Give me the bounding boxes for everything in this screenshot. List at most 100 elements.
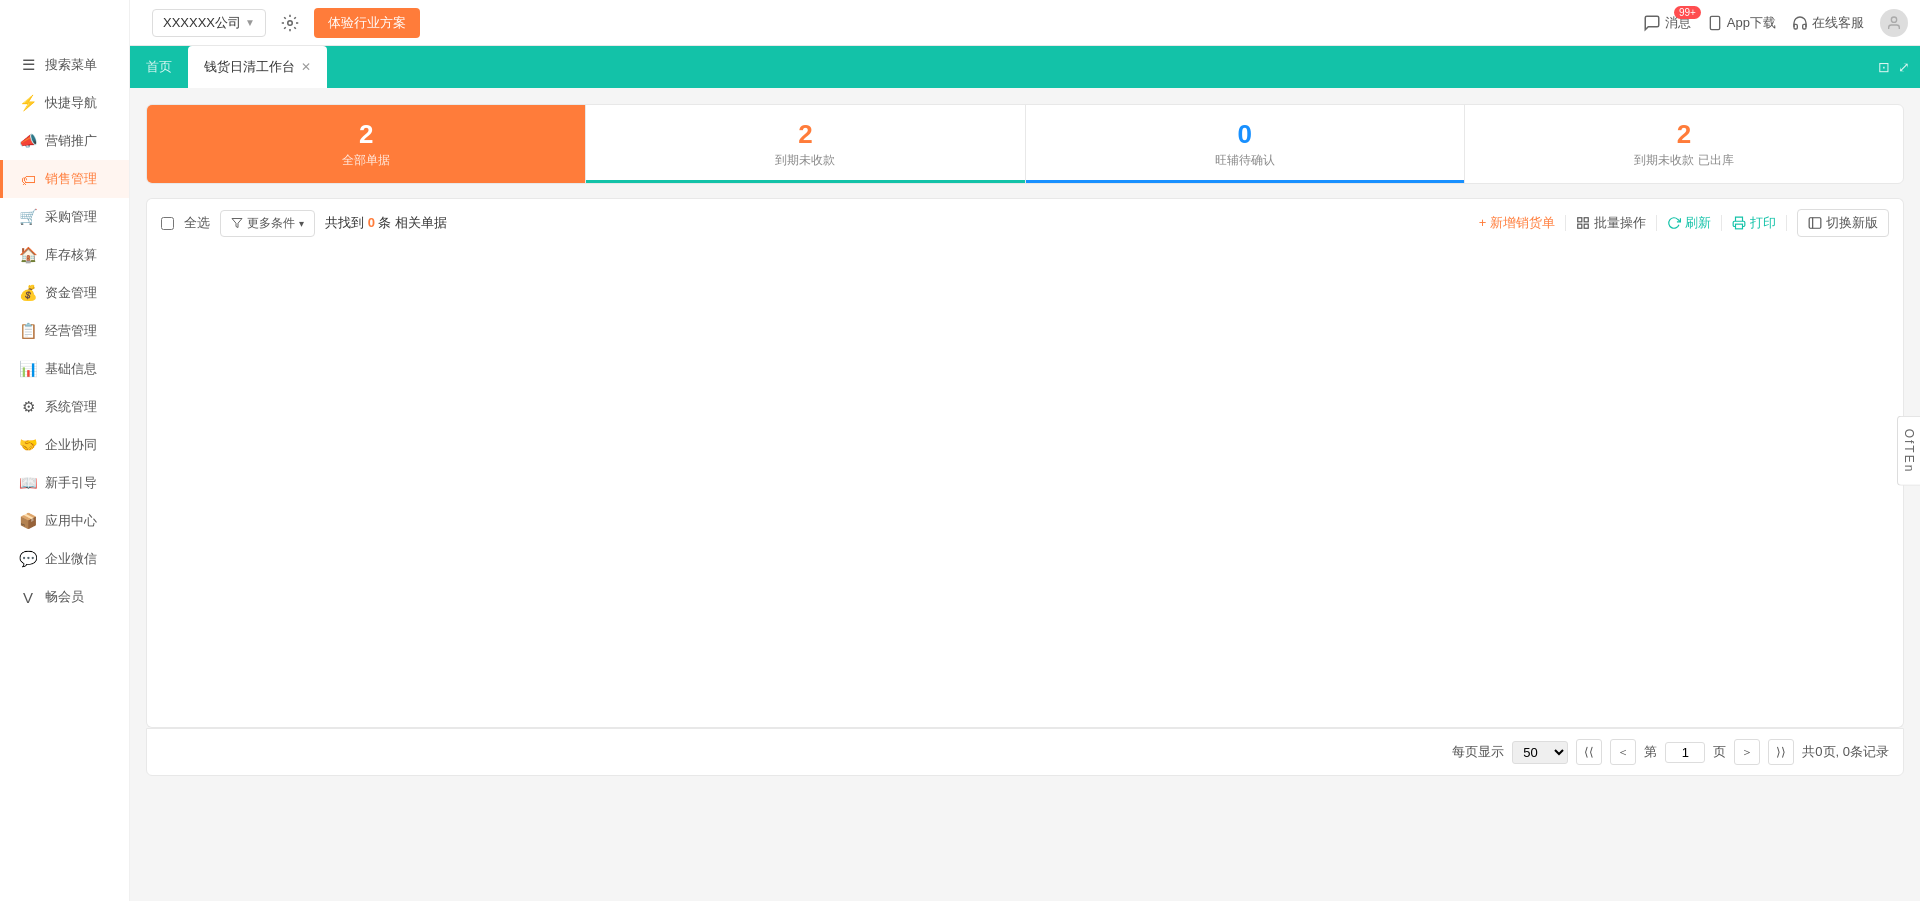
enterprise-icon: 🤝 [19,436,37,454]
divider4 [1786,215,1787,231]
sidebar-item-app-center[interactable]: 📦 应用中心 [0,502,129,540]
tab-workbench[interactable]: 钱货日清工作台 ✕ [188,46,327,88]
sidebar-item-inventory[interactable]: 🏠 库存核算 [0,236,129,274]
shortcut-icon: ⚡ [19,94,37,112]
often-tag[interactable]: OfTEn [1897,415,1920,486]
stat-overdue-receivable-number: 2 [606,119,1004,150]
sidebar-item-sales[interactable]: 🏷 销售管理 [0,160,129,198]
sidebar-item-search[interactable]: ☰ 搜索菜单 [0,46,129,84]
sidebar-item-system-label: 系统管理 [45,398,97,416]
stat-overdue-receivable-label: 到期未收款 [606,152,1004,169]
print-icon [1732,216,1746,230]
switch-icon [1808,216,1822,230]
svg-rect-6 [1584,218,1588,222]
sidebar-item-guide-label: 新手引导 [45,474,97,492]
sidebar-item-operations[interactable]: 📋 经营管理 [0,312,129,350]
filter-label: 更多条件 [247,215,295,232]
online-service-button[interactable]: 在线客服 [1792,14,1864,32]
stat-overdue-receivable[interactable]: 2 到期未收款 [586,105,1025,183]
wechat-icon: 💬 [19,550,37,568]
sidebar-item-basic-info[interactable]: 📊 基础信息 [0,350,129,388]
pagination: 每页显示 50 100 200 ⟨⟨ ＜ 第 页 ＞ ⟩⟩ 共0页, 0条记录 [146,728,1904,776]
sidebar-item-marketing[interactable]: 📣 营销推广 [0,122,129,160]
filter-arrow-icon: ▾ [299,218,304,229]
stat-wangfu-pending-number: 0 [1046,119,1444,150]
system-icon: ⚙ [19,398,37,416]
stat-overdue-shipped-number: 2 [1485,119,1883,150]
last-page-button[interactable]: ⟩⟩ [1768,739,1794,765]
print-button[interactable]: 打印 [1732,214,1776,232]
company-name: XXXXXX公司 [163,14,241,32]
inventory-icon: 🏠 [19,246,37,264]
app-download-label: App下载 [1727,14,1776,32]
search-menu-icon: ☰ [19,56,37,74]
tab-expand-icon[interactable]: ⤢ [1898,59,1910,75]
tab-bar: 首页 钱货日清工作台 ✕ ⊡ ⤢ [130,46,1920,88]
toolbar: 全选 更多条件 ▾ 共找到 0 条 相关单据 + 新增销货单 批量操作 [146,198,1904,247]
tab-home-label: 首页 [146,58,172,76]
switch-version-button[interactable]: 切换新版 [1797,209,1889,237]
svg-point-0 [288,20,293,25]
svg-rect-7 [1584,224,1588,228]
empty-state [147,247,1903,727]
company-selector[interactable]: XXXXXX公司 ▼ [152,9,266,37]
tab-close-icon[interactable]: ✕ [301,60,311,74]
divider3 [1721,215,1722,231]
page-size-label: 每页显示 [1452,743,1504,761]
page-number-input[interactable] [1665,742,1705,763]
stat-wangfu-pending-label: 旺辅待确认 [1046,152,1444,169]
sidebar-item-member[interactable]: V 畅会员 [0,578,129,616]
refresh-button[interactable]: 刷新 [1667,214,1711,232]
purchase-icon: 🛒 [19,208,37,226]
sidebar-item-shortcut[interactable]: ⚡ 快捷导航 [0,84,129,122]
select-all-checkbox[interactable] [161,217,174,230]
sidebar-item-operations-label: 经营管理 [45,322,97,340]
sidebar-item-enterprise-label: 企业协同 [45,436,97,454]
sidebar-item-marketing-label: 营销推广 [45,132,97,150]
add-order-button[interactable]: + 新增销货单 [1479,214,1555,232]
trial-button[interactable]: 体验行业方案 [314,8,420,38]
first-page-button[interactable]: ⟨⟨ [1576,739,1602,765]
page-unit: 页 [1713,743,1726,761]
page-size-select[interactable]: 50 100 200 [1512,741,1568,764]
tab-restore-icon[interactable]: ⊡ [1878,59,1890,75]
main-content: 2 全部单据 2 到期未收款 0 旺辅待确认 2 到期未收款 已出库 全选 更多… [130,88,1920,901]
finance-icon: 💰 [19,284,37,302]
sidebar-item-enterprise[interactable]: 🤝 企业协同 [0,426,129,464]
sidebar-item-sales-label: 销售管理 [45,170,97,188]
filter-button[interactable]: 更多条件 ▾ [220,210,315,237]
svg-rect-8 [1578,224,1582,228]
settings-button[interactable] [274,7,306,39]
sidebar-item-member-label: 畅会员 [45,588,84,606]
tab-controls: ⊡ ⤢ [1878,59,1920,75]
sidebar-item-guide[interactable]: 📖 新手引导 [0,464,129,502]
sidebar-item-basic-info-label: 基础信息 [45,360,97,378]
svg-rect-1 [1710,16,1719,29]
divider [1565,215,1566,231]
next-page-button[interactable]: ＞ [1734,739,1760,765]
sidebar-item-system[interactable]: ⚙ 系统管理 [0,388,129,426]
select-all-label: 全选 [184,214,210,232]
stat-all-orders[interactable]: 2 全部单据 [147,105,586,183]
prev-page-button[interactable]: ＜ [1610,739,1636,765]
svg-point-3 [1891,17,1896,22]
stat-overdue-shipped[interactable]: 2 到期未收款 已出库 [1465,105,1903,183]
tab-home[interactable]: 首页 [130,46,188,88]
refresh-icon [1667,216,1681,230]
toolbar-right: + 新增销货单 批量操作 刷新 打印 [1479,209,1889,237]
marketing-icon: 📣 [19,132,37,150]
svg-rect-10 [1809,218,1821,229]
sidebar-item-finance[interactable]: 💰 资金管理 [0,274,129,312]
batch-operation-button[interactable]: 批量操作 [1576,214,1646,232]
top-header: 6 畅捷通好生意 标准版 XXXXXX公司 ▼ 体验行业方案 消息 99+ [0,0,1920,46]
stats-row: 2 全部单据 2 到期未收款 0 旺辅待确认 2 到期未收款 已出库 [146,104,1904,184]
stat-wangfu-pending[interactable]: 0 旺辅待确认 [1026,105,1465,183]
divider2 [1656,215,1657,231]
found-text: 共找到 0 条 相关单据 [325,214,447,232]
operations-icon: 📋 [19,322,37,340]
sidebar-item-wechat[interactable]: 💬 企业微信 [0,540,129,578]
app-download-button[interactable]: App下载 [1707,14,1776,32]
message-button[interactable]: 消息 99+ [1643,14,1691,32]
sidebar: ☰ 搜索菜单 ⚡ 快捷导航 📣 营销推广 🏷 销售管理 🛒 采购管理 🏠 库存核… [0,0,130,901]
sidebar-item-purchase[interactable]: 🛒 采购管理 [0,198,129,236]
